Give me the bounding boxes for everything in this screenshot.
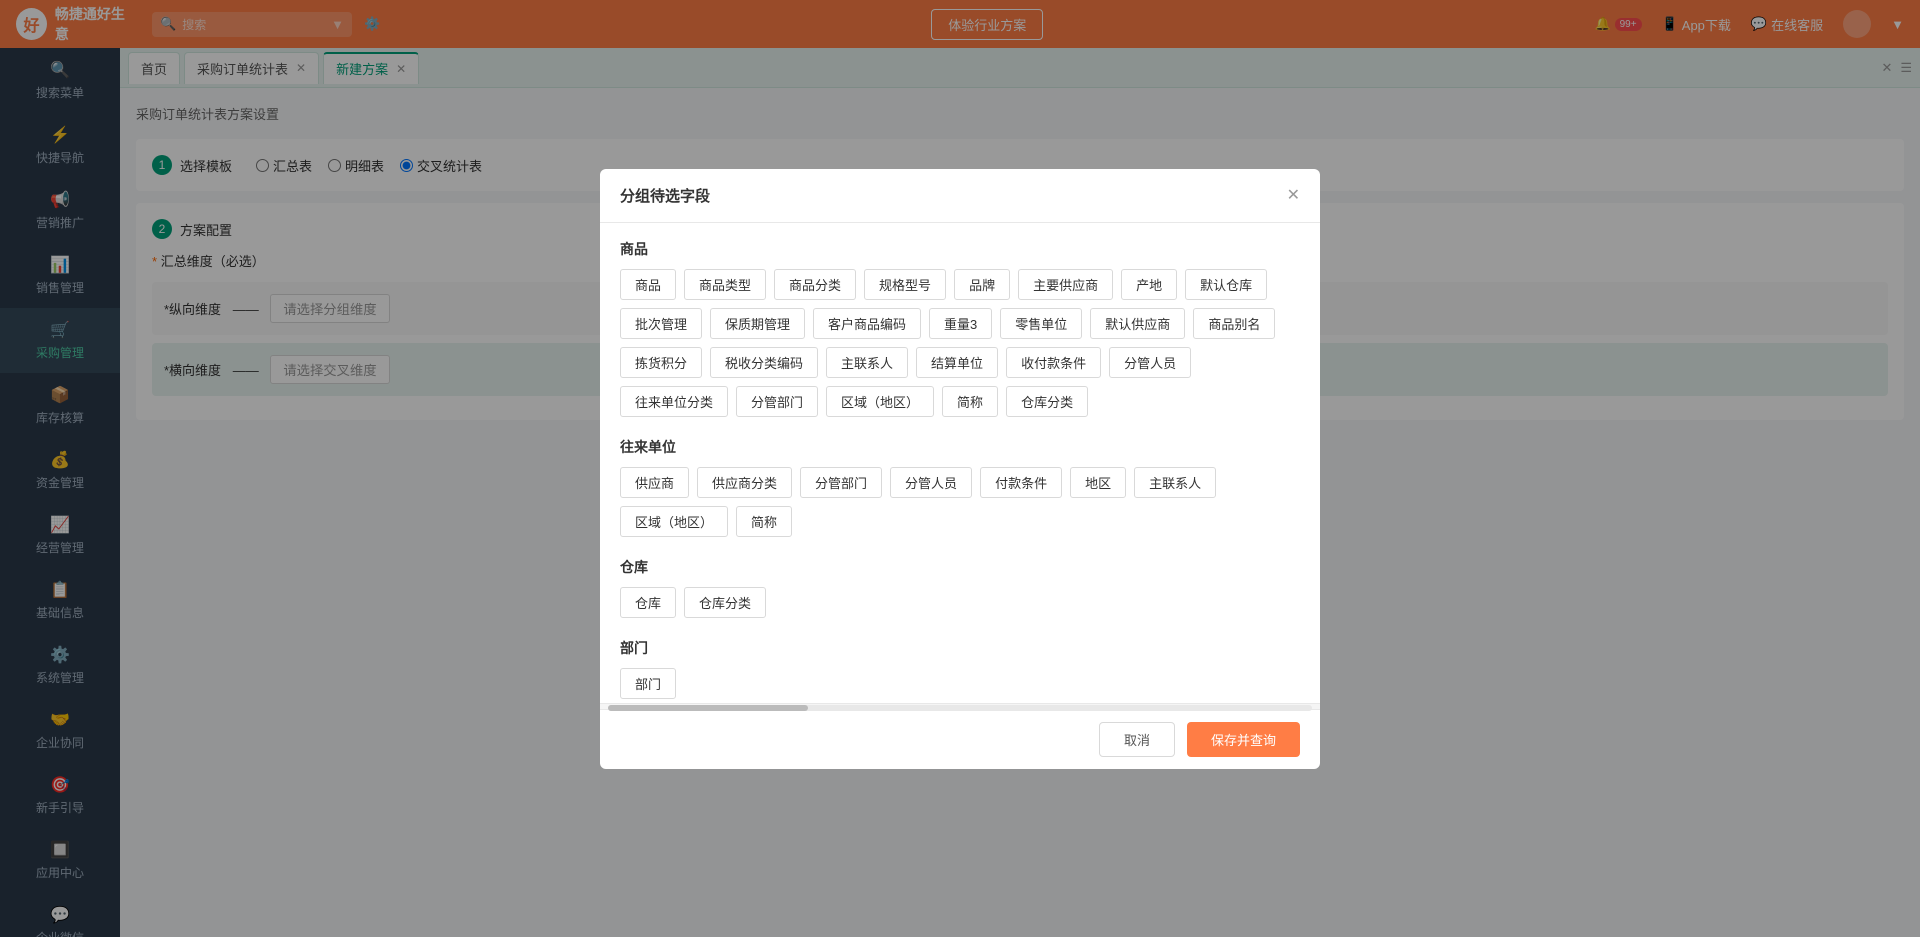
field-tag-department[interactable]: 部门 bbox=[620, 668, 676, 699]
field-group-product: 商品 商品 商品类型 商品分类 规格型号 品牌 主要供应商 产地 默认仓库 批次… bbox=[620, 239, 1300, 417]
modal-overlay: 分组待选字段 ✕ 商品 商品 商品类型 商品分类 规格型号 品牌 主要供应商 产… bbox=[0, 0, 1920, 937]
dept-fields: 部门 bbox=[620, 668, 1300, 699]
field-tag-origin[interactable]: 产地 bbox=[1121, 269, 1177, 300]
field-tag-brand[interactable]: 品牌 bbox=[954, 269, 1010, 300]
field-group-dept: 部门 部门 bbox=[620, 638, 1300, 699]
field-tag-main-contact[interactable]: 主联系人 bbox=[826, 347, 908, 378]
field-tag-warehouse-cat[interactable]: 仓库分类 bbox=[684, 587, 766, 618]
field-tag-default-supplier[interactable]: 默认供应商 bbox=[1090, 308, 1185, 339]
modal-header: 分组待选字段 ✕ bbox=[600, 169, 1320, 223]
field-tag-partner-short[interactable]: 简称 bbox=[736, 506, 792, 537]
field-tag-product-type[interactable]: 商品类型 bbox=[684, 269, 766, 300]
field-group-dept-title: 部门 bbox=[620, 638, 1300, 658]
field-tag-partner-region[interactable]: 区域（地区） bbox=[620, 506, 728, 537]
field-tag-customer-code[interactable]: 客户商品编码 bbox=[813, 308, 921, 339]
field-group-warehouse-title: 仓库 bbox=[620, 557, 1300, 577]
field-tag-default-warehouse[interactable]: 默认仓库 bbox=[1185, 269, 1267, 300]
field-tag-partner-dept[interactable]: 分管部门 bbox=[800, 467, 882, 498]
field-tag-tax-code[interactable]: 税收分类编码 bbox=[710, 347, 818, 378]
field-tag-region[interactable]: 区域（地区） bbox=[826, 386, 934, 417]
field-tag-warehouse[interactable]: 仓库 bbox=[620, 587, 676, 618]
field-tag-main-supplier[interactable]: 主要供应商 bbox=[1018, 269, 1113, 300]
field-tag-retail-unit[interactable]: 零售单位 bbox=[1000, 308, 1082, 339]
field-tag-pick-score[interactable]: 拣货积分 bbox=[620, 347, 702, 378]
modal-body: 商品 商品 商品类型 商品分类 规格型号 品牌 主要供应商 产地 默认仓库 批次… bbox=[600, 223, 1320, 703]
partner-fields: 供应商 供应商分类 分管部门 分管人员 付款条件 地区 主联系人 区域（地区） … bbox=[620, 467, 1300, 537]
field-tag-payment-condition[interactable]: 付款条件 bbox=[980, 467, 1062, 498]
field-tag-short-name[interactable]: 简称 bbox=[942, 386, 998, 417]
field-group-partner: 往来单位 供应商 供应商分类 分管部门 分管人员 付款条件 地区 主联系人 区域… bbox=[620, 437, 1300, 537]
field-tag-shelf-life[interactable]: 保质期管理 bbox=[710, 308, 805, 339]
field-group-warehouse: 仓库 仓库 仓库分类 bbox=[620, 557, 1300, 618]
field-tag-product-category[interactable]: 商品分类 bbox=[774, 269, 856, 300]
field-group-product-title: 商品 bbox=[620, 239, 1300, 259]
field-tag-settlement-unit[interactable]: 结算单位 bbox=[916, 347, 998, 378]
field-tag-warehouse-category[interactable]: 仓库分类 bbox=[1006, 386, 1088, 417]
field-tag-product[interactable]: 商品 bbox=[620, 269, 676, 300]
field-tag-partner-contact[interactable]: 主联系人 bbox=[1134, 467, 1216, 498]
field-tag-dept[interactable]: 分管部门 bbox=[736, 386, 818, 417]
field-tag-spec[interactable]: 规格型号 bbox=[864, 269, 946, 300]
modal-horizontal-scroll[interactable] bbox=[600, 703, 1320, 709]
field-tag-payment-terms[interactable]: 收付款条件 bbox=[1006, 347, 1101, 378]
field-group-partner-title: 往来单位 bbox=[620, 437, 1300, 457]
warehouse-fields: 仓库 仓库分类 bbox=[620, 587, 1300, 618]
field-tag-supplier[interactable]: 供应商 bbox=[620, 467, 689, 498]
field-tag-weight[interactable]: 重量3 bbox=[929, 308, 992, 339]
scroll-thumb bbox=[608, 705, 808, 711]
field-select-modal: 分组待选字段 ✕ 商品 商品 商品类型 商品分类 规格型号 品牌 主要供应商 产… bbox=[600, 169, 1320, 769]
field-tag-supervisor[interactable]: 分管人员 bbox=[1109, 347, 1191, 378]
product-fields: 商品 商品类型 商品分类 规格型号 品牌 主要供应商 产地 默认仓库 批次管理 … bbox=[620, 269, 1300, 417]
modal-close-btn[interactable]: ✕ bbox=[1287, 185, 1300, 205]
modal-cancel-btn[interactable]: 取消 bbox=[1099, 722, 1175, 757]
field-tag-alias[interactable]: 商品别名 bbox=[1193, 308, 1275, 339]
field-tag-supplier-category[interactable]: 供应商分类 bbox=[697, 467, 792, 498]
modal-title: 分组待选字段 bbox=[620, 185, 710, 206]
modal-confirm-btn[interactable]: 保存并查询 bbox=[1187, 722, 1300, 757]
field-tag-area[interactable]: 地区 bbox=[1070, 467, 1126, 498]
modal-footer: 取消 保存并查询 bbox=[600, 709, 1320, 769]
field-tag-batch[interactable]: 批次管理 bbox=[620, 308, 702, 339]
field-tag-partner-category[interactable]: 往来单位分类 bbox=[620, 386, 728, 417]
field-tag-partner-supervisor[interactable]: 分管人员 bbox=[890, 467, 972, 498]
